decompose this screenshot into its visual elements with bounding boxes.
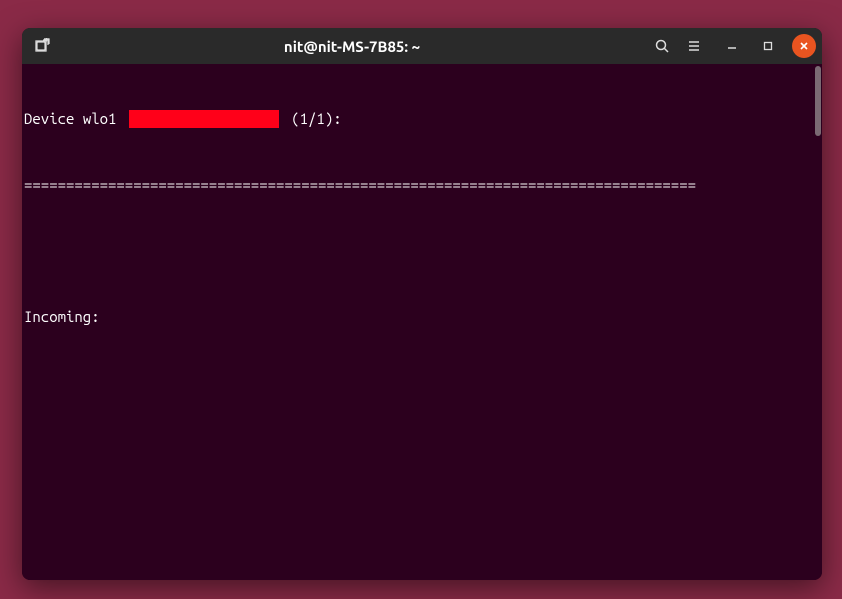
- new-tab-button[interactable]: [28, 32, 56, 60]
- terminal-window: nit@nit-MS-7B85: ~: [22, 28, 822, 580]
- scrollbar-thumb[interactable]: [815, 66, 821, 136]
- search-button[interactable]: [648, 32, 676, 60]
- close-button[interactable]: [792, 34, 816, 58]
- divider-line: ========================================…: [24, 174, 816, 196]
- maximize-button[interactable]: [756, 34, 780, 58]
- hamburger-icon: [686, 38, 702, 54]
- terminal-output[interactable]: Device wlo1 (1/1): =====================…: [22, 64, 822, 580]
- page-indicator: (1/1):: [291, 108, 341, 130]
- device-line: Device wlo1 (1/1):: [24, 108, 820, 130]
- menu-button[interactable]: [680, 32, 708, 60]
- incoming-label: Incoming:: [24, 306, 820, 328]
- device-name: wlo1: [83, 108, 117, 130]
- minimize-button[interactable]: [720, 34, 744, 58]
- minimize-icon: [727, 41, 737, 51]
- device-label: Device: [24, 108, 74, 130]
- scrollbar[interactable]: [814, 64, 822, 580]
- search-icon: [654, 38, 670, 54]
- titlebar: nit@nit-MS-7B85: ~: [22, 28, 822, 64]
- redacted-block: [129, 110, 279, 128]
- incoming-section: Incoming: Curr: 0.00 Bit/s Avg: 512.00 B…: [24, 262, 820, 580]
- new-tab-icon: [34, 38, 50, 54]
- window-title: nit@nit-MS-7B85: ~: [60, 38, 644, 55]
- close-icon: [799, 41, 809, 51]
- maximize-icon: [763, 41, 773, 51]
